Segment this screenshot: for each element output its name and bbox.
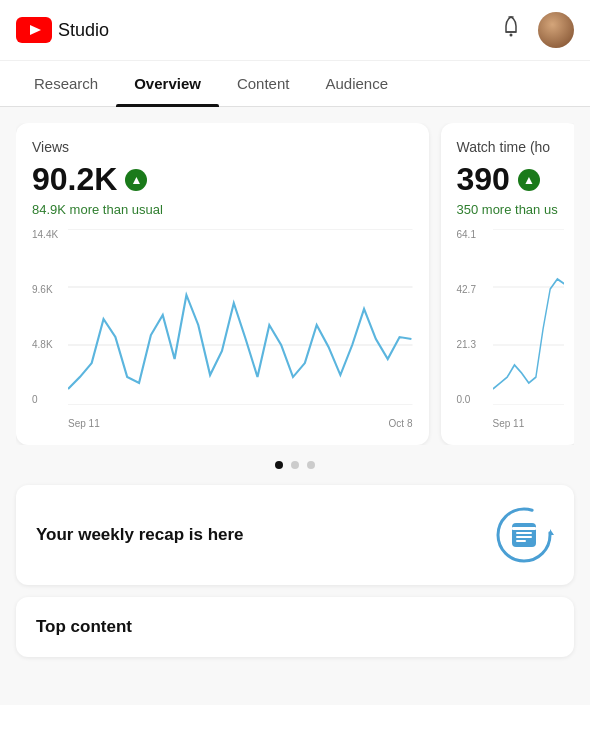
views-card: Views 90.2K ▲ 84.9K more than usual 14.4… (16, 123, 429, 445)
y-label-0: 14.4K (32, 229, 58, 240)
dot-1[interactable] (275, 461, 283, 469)
tab-research[interactable]: Research (16, 61, 116, 106)
svg-rect-15 (512, 527, 536, 530)
recap-circle-icon (494, 505, 554, 565)
y-label-3: 0 (32, 394, 58, 405)
watch-chart-area (493, 229, 565, 405)
studio-label: Studio (58, 20, 109, 41)
app-header: Studio (0, 0, 590, 61)
youtube-icon (16, 17, 52, 43)
watch-value-row: 390 ▲ (457, 161, 565, 198)
svg-marker-13 (550, 529, 554, 535)
avatar[interactable] (538, 12, 574, 48)
y-label-1: 9.6K (32, 284, 58, 295)
watch-time-card: Watch time (ho 390 ▲ 350 more than us 64… (441, 123, 575, 445)
wy-3: 0.0 (457, 394, 476, 405)
nav-tabs: Research Overview Content Audience (0, 61, 590, 107)
tab-audience[interactable]: Audience (307, 61, 406, 106)
watch-chart: 64.1 42.7 21.3 0.0 Sep 11 (457, 229, 565, 429)
x-label-start: Sep 11 (68, 418, 100, 429)
x-label-end: Oct 8 (389, 418, 413, 429)
pagination (16, 461, 574, 469)
views-chart: 14.4K 9.6K 4.8K 0 (32, 229, 413, 429)
recap-icon-container (494, 505, 554, 565)
top-content-title: Top content (36, 617, 132, 636)
svg-rect-18 (516, 540, 526, 542)
views-y-labels: 14.4K 9.6K 4.8K 0 (32, 229, 58, 405)
main-content: Views 90.2K ▲ 84.9K more than usual 14.4… (0, 107, 590, 705)
tab-content[interactable]: Content (219, 61, 308, 106)
header-right (498, 12, 574, 48)
weekly-recap-card[interactable]: Your weekly recap is here (16, 485, 574, 585)
tab-overview[interactable]: Overview (116, 61, 219, 106)
views-line (68, 295, 411, 389)
y-label-2: 4.8K (32, 339, 58, 350)
views-up-icon: ▲ (125, 169, 147, 191)
wy-0: 64.1 (457, 229, 476, 240)
stats-cards-row: Views 90.2K ▲ 84.9K more than usual 14.4… (16, 123, 574, 445)
recap-text: Your weekly recap is here (36, 525, 244, 545)
svg-rect-17 (516, 536, 532, 538)
watch-up-icon: ▲ (518, 169, 540, 191)
svg-rect-14 (512, 523, 536, 547)
views-sub: 84.9K more than usual (32, 202, 413, 217)
watch-line (493, 279, 565, 389)
wx-start: Sep 11 (493, 418, 525, 429)
svg-rect-16 (516, 532, 532, 534)
views-value-row: 90.2K ▲ (32, 161, 413, 198)
wy-1: 42.7 (457, 284, 476, 295)
watch-sub: 350 more than us (457, 202, 565, 217)
top-content-card: Top content (16, 597, 574, 657)
watch-value: 390 (457, 161, 510, 198)
views-label: Views (32, 139, 413, 155)
bell-icon[interactable] (498, 14, 524, 46)
watch-label: Watch time (ho (457, 139, 565, 155)
dot-2[interactable] (291, 461, 299, 469)
youtube-logo[interactable]: Studio (16, 17, 109, 43)
views-value: 90.2K (32, 161, 117, 198)
dot-3[interactable] (307, 461, 315, 469)
views-x-labels: Sep 11 Oct 8 (68, 418, 413, 429)
watch-y-labels: 64.1 42.7 21.3 0.0 (457, 229, 476, 405)
wy-2: 21.3 (457, 339, 476, 350)
watch-x-labels: Sep 11 (493, 418, 565, 429)
views-chart-area (68, 229, 413, 405)
svg-point-2 (510, 34, 513, 37)
header-left: Studio (16, 17, 109, 43)
